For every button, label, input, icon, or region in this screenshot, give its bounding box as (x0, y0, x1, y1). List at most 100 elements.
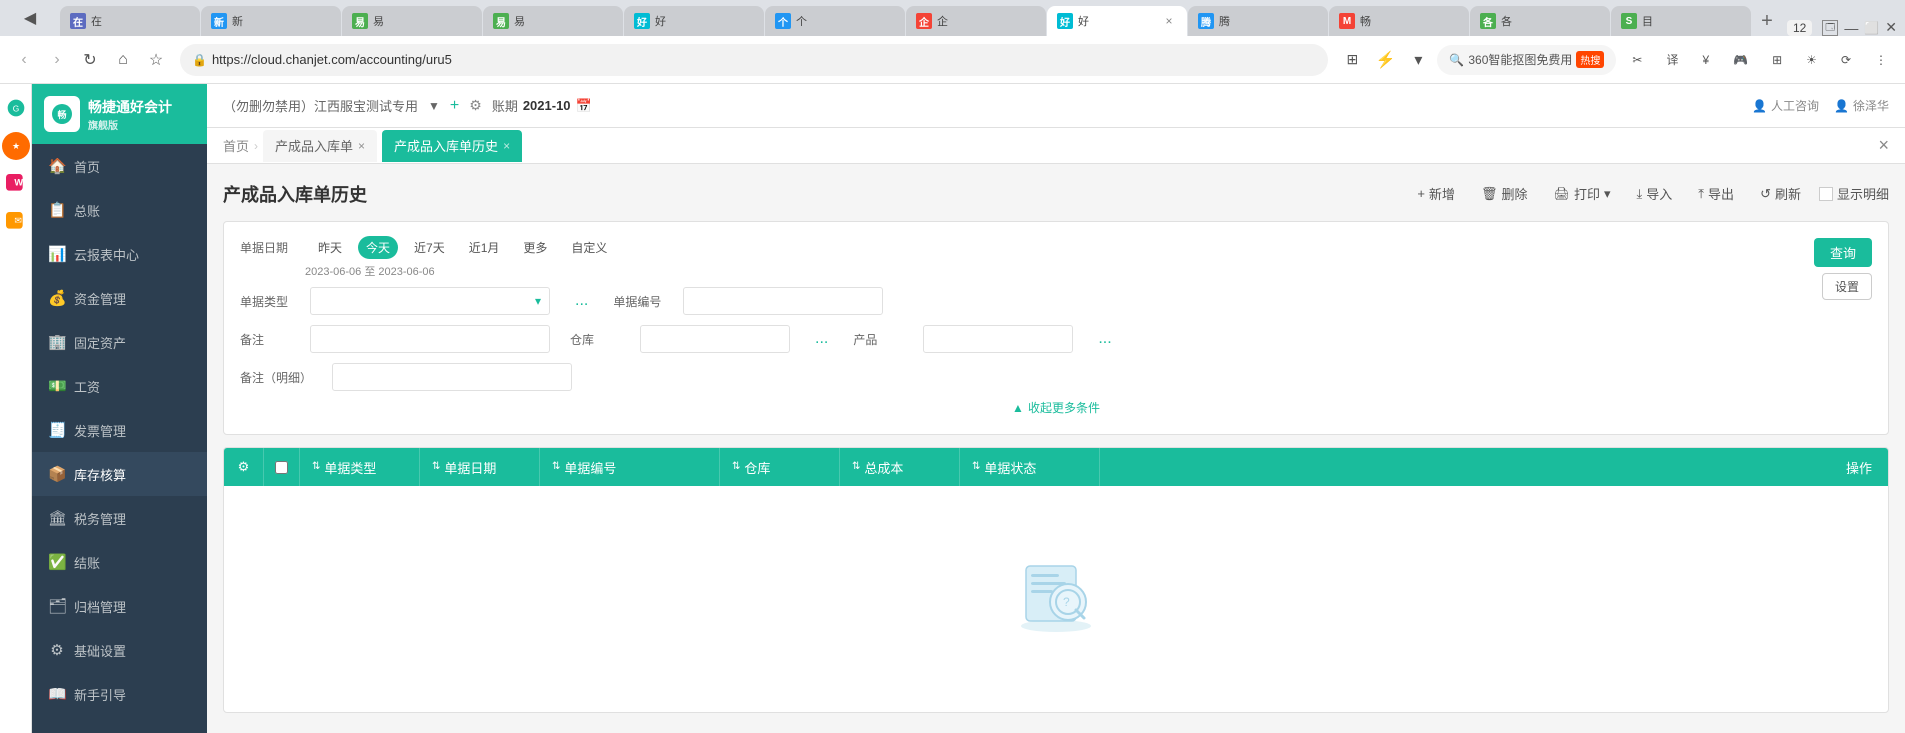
browser-icon-2[interactable]: ★ (2, 132, 30, 160)
refresh-action-btn[interactable]: ↺ 刷新 (1752, 180, 1809, 207)
tab-9[interactable]: 腾 腾 (1188, 6, 1328, 36)
grid-btn[interactable]: ⊞ (1764, 46, 1790, 74)
tab-3[interactable]: 易 易 (342, 6, 482, 36)
show-detail-checkbox[interactable] (1819, 187, 1833, 201)
sidebar-item-invoice[interactable]: 🧾 发票管理 (32, 408, 207, 452)
breadcrumb-home-link[interactable]: 首页 (223, 136, 249, 155)
warehouse-filter-select[interactable] (640, 325, 790, 353)
browser-icon-1[interactable]: G (2, 94, 30, 122)
nav-back-button[interactable]: ‹ (10, 46, 38, 74)
sidebar-item-archive[interactable]: 🗂 归档管理 (32, 584, 207, 628)
detail-remark-filter-input[interactable] (332, 363, 572, 391)
nav-bookmark-button[interactable]: ☆ (142, 46, 170, 74)
query-button[interactable]: 查询 (1814, 238, 1872, 267)
yuan-btn[interactable]: ¥ (1694, 46, 1717, 74)
export-action-btn[interactable]: ⤒ 导出 (1690, 180, 1742, 207)
nav-home-button[interactable]: ⌂ (109, 46, 137, 74)
sun-btn[interactable]: ☀ (1798, 46, 1825, 74)
sidebar-item-reports[interactable]: 📊 云报表中心 (32, 232, 207, 276)
account-settings-btn[interactable]: ⚙ (469, 97, 482, 114)
tab-1[interactable]: 在 在 (60, 6, 200, 36)
date-btn-1month[interactable]: 近1月 (461, 236, 508, 259)
delete-action-btn[interactable]: 🗑 删除 (1473, 180, 1536, 207)
sidebar-item-tax[interactable]: 🏛 税务管理 (32, 496, 207, 540)
sidebar-item-checkout[interactable]: ✅ 结账 (32, 540, 207, 584)
th-number[interactable]: ⇅ 单据编号 (540, 448, 720, 486)
sidebar-item-inventory[interactable]: 📦 库存核算 (32, 452, 207, 496)
remark-filter-input[interactable] (310, 325, 550, 353)
tab-warehousing[interactable]: 产成品入库单 × (263, 130, 377, 162)
tab-11[interactable]: 各 各 (1470, 6, 1610, 36)
window-maximize-btn[interactable]: ⬜ (1864, 21, 1879, 35)
date-btn-today[interactable]: 今天 (358, 236, 398, 259)
tab-10[interactable]: M 畅 (1329, 6, 1469, 36)
sidebar-item-salary[interactable]: 💵 工资 (32, 364, 207, 408)
sidebar-item-ledger[interactable]: 📋 总账 (32, 188, 207, 232)
product-filter-dots[interactable]: ... (1093, 330, 1116, 348)
search-bar[interactable]: 🔍 360智能抠图免费用 热搜 (1437, 45, 1616, 75)
tab-6[interactable]: 个 个 (765, 6, 905, 36)
browser-lightning-btn[interactable]: ⚡ (1371, 46, 1399, 74)
browser-back-btn[interactable]: ◀ (16, 4, 44, 32)
tab-history-close[interactable]: × (503, 139, 510, 153)
tab-5[interactable]: 好 好 (624, 6, 764, 36)
sidebar-item-settings[interactable]: ⚙ 基础设置 (32, 628, 207, 672)
toolbar-settings-btn[interactable]: ⋮ (1867, 46, 1895, 74)
window-restore-btn[interactable]: 🗔 (1822, 20, 1838, 36)
account-period-value[interactable]: 2021-10 (523, 98, 571, 113)
type-filter-select[interactable]: ▾ (310, 287, 550, 315)
browser-icon-4[interactable]: ✉ (2, 208, 30, 236)
address-bar[interactable]: 🔒 https://cloud.chanjet.com/accounting/u… (180, 44, 1328, 76)
tab-2[interactable]: 新 新 (201, 6, 341, 36)
type-filter-dots[interactable]: ... (570, 292, 593, 310)
browser-extensions-btn[interactable]: ⊞ (1338, 46, 1366, 74)
warehouse-filter-dots[interactable]: ... (810, 330, 833, 348)
account-user-btn[interactable]: 👤 徐泽华 (1834, 97, 1889, 114)
th-status[interactable]: ⇅ 单据状态 (960, 448, 1100, 486)
th-type[interactable]: ⇅ 单据类型 (300, 448, 420, 486)
game-btn[interactable]: 🎮 (1725, 46, 1756, 74)
print-action-btn[interactable]: 🖨 打印 ▾ (1545, 180, 1618, 207)
new-action-btn[interactable]: + 新增 (1409, 180, 1463, 207)
th-cost[interactable]: ⇅ 总成本 (840, 448, 960, 486)
table-select-all-checkbox[interactable] (275, 461, 288, 474)
sidebar-item-home[interactable]: 🏠 首页 (32, 144, 207, 188)
nav-refresh-button[interactable]: ↻ (76, 46, 104, 74)
tab-warehousing-close[interactable]: × (358, 139, 365, 153)
account-dropdown-btn[interactable]: ▼ (428, 99, 440, 113)
scissors-btn[interactable]: ✂ (1624, 46, 1650, 74)
tab-8[interactable]: 好 好 × (1047, 6, 1187, 36)
setup-button[interactable]: 设置 (1822, 273, 1872, 300)
import-action-btn[interactable]: ⤓ 导入 (1629, 180, 1681, 207)
nav-forward-button[interactable]: › (43, 46, 71, 74)
collapse-more-btn[interactable]: ▲ 收起更多条件 (240, 391, 1872, 420)
number-filter-input[interactable] (683, 287, 883, 315)
date-btn-7days[interactable]: 近7天 (406, 236, 453, 259)
sidebar-item-funds[interactable]: 💰 资金管理 (32, 276, 207, 320)
th-settings[interactable]: ⚙ (224, 448, 264, 486)
tab-7[interactable]: 企 企 (906, 6, 1046, 36)
tab-history[interactable]: 产成品入库单历史 × (382, 130, 522, 162)
tab-8-close[interactable]: × (1161, 13, 1177, 29)
sidebar-item-fixed-assets[interactable]: 🏢 固定资产 (32, 320, 207, 364)
page-panel-close-btn[interactable]: × (1878, 135, 1889, 156)
date-btn-custom[interactable]: 自定义 (563, 236, 615, 259)
window-minimize-btn[interactable]: — (1844, 20, 1858, 36)
account-add-btn[interactable]: + (450, 97, 459, 115)
tab-4[interactable]: 易 易 (483, 6, 623, 36)
account-service-btn[interactable]: 👤 人工咨询 (1752, 97, 1819, 114)
tab-new-button[interactable]: + (1752, 6, 1782, 36)
th-warehouse[interactable]: ⇅ 仓库 (720, 448, 840, 486)
tab-12[interactable]: S 目 (1611, 6, 1751, 36)
translate-btn[interactable]: 译 (1658, 46, 1686, 74)
date-btn-more[interactable]: 更多 (515, 236, 555, 259)
sidebar-item-guide[interactable]: 📖 新手引导 (32, 672, 207, 716)
th-date[interactable]: ⇅ 单据日期 (420, 448, 540, 486)
product-filter-select[interactable] (923, 325, 1073, 353)
date-btn-yesterday[interactable]: 昨天 (310, 236, 350, 259)
window-close-btn[interactable]: ✕ (1885, 19, 1897, 36)
th-check[interactable] (264, 448, 300, 486)
browser-dropdown-btn[interactable]: ▾ (1404, 46, 1432, 74)
browser-icon-3[interactable]: W (2, 170, 30, 198)
toolbar-more-btn[interactable]: ⟳ (1833, 46, 1859, 74)
